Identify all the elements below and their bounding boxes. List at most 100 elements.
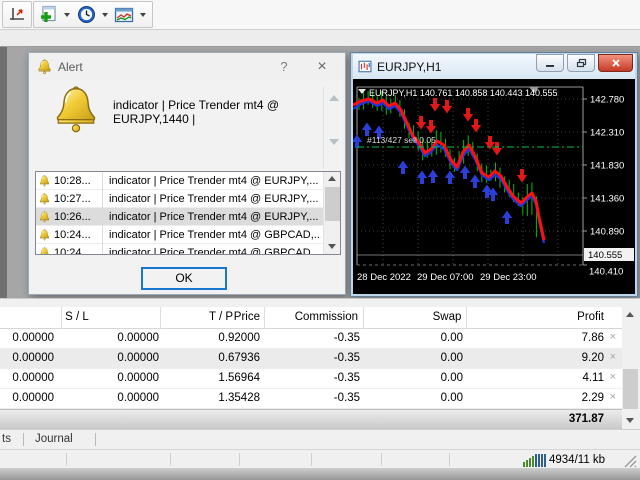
scrollbar-thumb[interactable] bbox=[623, 369, 638, 409]
alert-list-item[interactable]: 10:27... indicator | Price Trender mt4 @… bbox=[36, 190, 323, 208]
buy-arrow-icon bbox=[361, 122, 373, 136]
svg-text:140.890: 140.890 bbox=[590, 227, 624, 238]
alert-list-item[interactable]: 10:24... indicator | Price Trender mt4 @… bbox=[36, 244, 323, 255]
order-row-selected[interactable]: 0.00000 0.00000 0.67936 -0.35 0.00 9.20 … bbox=[0, 349, 622, 369]
column-header-swap[interactable]: Swap bbox=[417, 311, 477, 323]
alert-time: 10:27... bbox=[54, 193, 91, 205]
buy-arrow-icon bbox=[444, 170, 456, 184]
cell-tp: 0.00000 bbox=[117, 372, 159, 384]
alert-list-item-selected[interactable]: 10:26... indicator | Price Trender mt4 @… bbox=[36, 208, 323, 226]
message-scroll-divider bbox=[323, 86, 324, 168]
chart-canvas[interactable]: EURJPY,H1 140.761 140.858 140.443 140.55… bbox=[351, 79, 635, 294]
tab-journal[interactable]: Journal bbox=[35, 433, 73, 445]
alert-time: 10:24... bbox=[54, 247, 91, 255]
buy-arrow-icon bbox=[459, 165, 471, 179]
terminal-tabs: ts Journal bbox=[0, 429, 640, 449]
alert-title: Alert bbox=[58, 60, 83, 74]
cell-price: 0.67936 bbox=[218, 352, 260, 364]
scroll-up-icon[interactable] bbox=[626, 312, 634, 317]
timeframes-dropdown[interactable] bbox=[102, 12, 108, 17]
cell-price: 1.56964 bbox=[218, 372, 260, 384]
toolbar-group-cursor bbox=[2, 1, 32, 28]
clock-icon bbox=[77, 6, 95, 23]
alert-text: indicator | Price Trender mt4 @ GBPCAD,.… bbox=[109, 229, 321, 241]
order-row[interactable]: 0.00000 0.00000 1.35428 -0.35 0.00 2.29 … bbox=[0, 389, 622, 409]
bell-icon bbox=[39, 193, 50, 205]
cell-profit: 2.29 bbox=[581, 392, 604, 404]
indicators-dropdown[interactable] bbox=[140, 12, 146, 17]
cell-profit: 4.11 bbox=[582, 372, 604, 384]
cell-tp: 0.00000 bbox=[117, 332, 159, 344]
orders-table-header[interactable]: S / L T / P Price Commission Swap Profit bbox=[0, 307, 622, 329]
help-button[interactable]: ? bbox=[269, 53, 299, 81]
scrollbar-thumb[interactable] bbox=[325, 187, 340, 221]
cell-sl: 0.00000 bbox=[12, 392, 54, 404]
buy-arrow-icon bbox=[416, 170, 428, 184]
buy-arrow-icon bbox=[397, 160, 409, 174]
scroll-down-icon[interactable] bbox=[626, 418, 634, 423]
restore-button[interactable] bbox=[567, 54, 595, 72]
ohlc-readout: EURJPY,H1 140.761 140.858 140.443 140.55… bbox=[369, 88, 558, 98]
scroll-down-icon[interactable] bbox=[328, 244, 336, 249]
timeframes-button[interactable] bbox=[75, 4, 97, 26]
cell-commission: -0.35 bbox=[333, 392, 360, 404]
alert-time: 10:24... bbox=[54, 229, 91, 241]
alert-bell-icon bbox=[53, 85, 99, 135]
resize-grip[interactable] bbox=[624, 455, 638, 468]
alert-list-scrollbar[interactable] bbox=[323, 172, 340, 254]
close-order-icon[interactable]: × bbox=[610, 351, 616, 363]
message-scroll-down-icon[interactable] bbox=[329, 139, 339, 145]
close-button[interactable]: × bbox=[307, 53, 337, 81]
ma-fast-line bbox=[352, 97, 546, 241]
minimize-icon bbox=[546, 64, 554, 67]
scroll-up-icon[interactable] bbox=[328, 176, 336, 181]
restore-icon bbox=[576, 58, 586, 68]
alert-message: indicator | Price Trender mt4 @ EURJPY,1… bbox=[113, 98, 280, 126]
alert-text: indicator | Price Trender mt4 @ EURJPY,.… bbox=[109, 193, 319, 205]
close-order-icon[interactable]: × bbox=[610, 391, 616, 403]
close-icon bbox=[611, 59, 620, 67]
alert-time: 10:26... bbox=[54, 211, 91, 223]
buy-arrow-icon bbox=[427, 169, 439, 183]
svg-text:140.410: 140.410 bbox=[589, 267, 623, 278]
cell-swap: 0.00 bbox=[440, 332, 463, 344]
price-axis-ticks bbox=[583, 98, 587, 266]
buy-arrow-icon bbox=[351, 134, 363, 148]
table-scrollbar[interactable] bbox=[622, 307, 639, 429]
bell-icon bbox=[37, 59, 52, 75]
connection-bars-icon bbox=[523, 454, 546, 467]
sell-arrow-icon bbox=[425, 120, 437, 134]
column-header-commission[interactable]: Commission bbox=[278, 311, 358, 323]
cell-commission: -0.35 bbox=[333, 372, 360, 384]
svg-text:142.310: 142.310 bbox=[590, 128, 624, 139]
window-bottom-edge bbox=[0, 468, 640, 480]
indicators-button[interactable] bbox=[113, 4, 135, 26]
alert-list-item[interactable]: 10:28... indicator | Price Trender mt4 @… bbox=[36, 172, 323, 190]
new-chart-dropdown[interactable] bbox=[64, 12, 70, 17]
crosshair-tool-button[interactable] bbox=[6, 4, 28, 26]
symbol-dropdown-icon[interactable] bbox=[358, 89, 366, 94]
column-header-sl[interactable]: S / L bbox=[47, 311, 107, 323]
message-scroll-up-icon[interactable] bbox=[329, 95, 339, 101]
order-row[interactable]: 0.00000 0.00000 0.92000 -0.35 0.00 7.86 … bbox=[0, 329, 622, 349]
traffic-counter: 4934/11 kb bbox=[549, 454, 606, 466]
order-row[interactable]: 0.00000 0.00000 1.56964 -0.35 0.00 4.11 … bbox=[0, 369, 622, 389]
alert-text: indicator | Price Trender mt4 @ EURJPY,.… bbox=[109, 175, 319, 187]
minimize-button[interactable] bbox=[536, 54, 564, 72]
column-header-profit[interactable]: Profit bbox=[524, 311, 604, 323]
close-button[interactable] bbox=[598, 54, 633, 72]
close-order-icon[interactable]: × bbox=[610, 371, 616, 383]
cell-profit: 9.20 bbox=[581, 352, 604, 364]
alert-list-item[interactable]: 10:24... indicator | Price Trender mt4 @… bbox=[36, 226, 323, 244]
ok-button[interactable]: OK bbox=[141, 267, 227, 290]
indicators-icon bbox=[114, 7, 134, 22]
column-header-price[interactable]: Price bbox=[180, 311, 260, 323]
ma-slow-line bbox=[352, 99, 546, 244]
new-chart-button[interactable] bbox=[37, 4, 59, 26]
sell-arrow-icon bbox=[516, 169, 528, 183]
bell-icon bbox=[39, 211, 50, 223]
tab-experts[interactable]: ts bbox=[2, 433, 11, 445]
close-order-icon[interactable]: × bbox=[610, 331, 616, 343]
cell-swap: 0.00 bbox=[440, 392, 463, 404]
total-profit: 371.87 bbox=[568, 413, 604, 425]
